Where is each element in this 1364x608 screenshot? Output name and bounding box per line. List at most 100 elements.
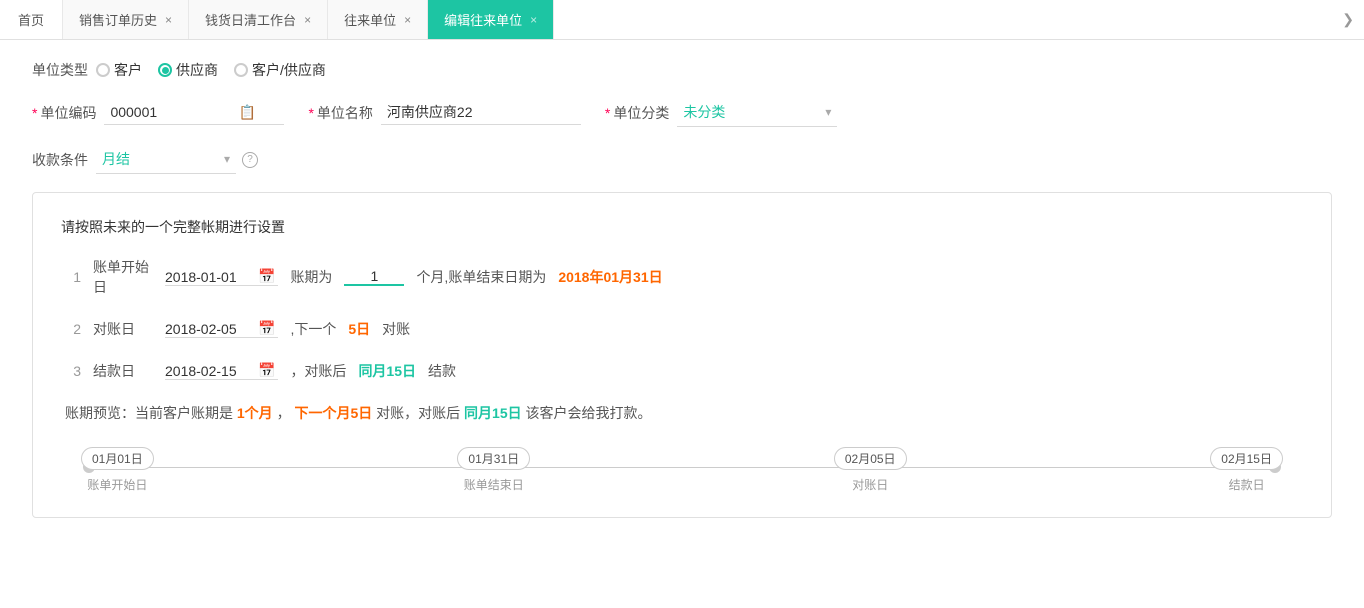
tab-edit-partner-label: 编辑往来单位 [444,10,522,29]
timeline-label-1: 账单结束日 [464,476,524,493]
preview-part1: 1个月 [237,405,273,421]
billing-row-3: 3 结款日 📅 ，对账后 同月15日 结款 [61,361,1303,381]
unit-category-label: 单位分类 [613,103,669,123]
row-2-highlight: 5日 [348,319,370,339]
timeline-badge-3: 02月15日 [1210,447,1283,470]
unit-category-value: 未分类 [683,102,821,122]
row-2-date-input[interactable] [165,321,255,337]
unit-code-input[interactable] [104,100,234,124]
payment-terms-select[interactable]: 月结 ▾ [96,145,236,174]
timeline-items: 01月01日 账单开始日 01月31日 账单结束日 02月05日 对账日 02月… [81,447,1283,493]
preview-sep1: ， [277,405,291,421]
payment-terms-arrow-icon: ▾ [224,152,230,166]
timeline-badge-0: 01月01日 [81,447,154,470]
row-1-date-input[interactable] [165,269,255,285]
row-1-date-highlight: 2018年01月31日 [558,267,662,287]
payment-terms-label: 收款条件 [32,150,88,170]
row-1-period-input[interactable] [344,268,404,286]
row-3-desc-suffix: 结款 [428,361,456,381]
radio-customer-circle [96,63,110,77]
unit-category-select[interactable]: 未分类 ▾ [677,98,837,127]
preview-end: 该客户会给我打款。 [526,405,652,421]
row-3-name: 结款日 [93,361,153,381]
row-2-date-wrap: 📅 [165,320,278,338]
unit-category-required: * [605,105,610,121]
row-3-highlight: 同月15日 [358,361,416,381]
tab-cash-daily-label: 钱货日清工作台 [205,10,296,29]
tab-sales-order-label: 销售订单历史 [79,10,157,29]
unit-type-radio-group: 客户 供应商 客户/供应商 [96,60,326,80]
payment-terms-row: 收款条件 月结 ▾ ? [32,145,1332,174]
row-2-cal-icon[interactable]: 📅 [255,320,278,337]
unit-category-section: * 单位分类 未分类 ▾ [605,98,837,127]
timeline-badge-2: 02月05日 [834,447,907,470]
billing-row-2: 2 对账日 📅 ,下一个 5日 对账 [61,319,1303,339]
radio-supplier-circle [158,63,172,77]
unit-name-label: 单位名称 [317,103,373,123]
tab-sales-order[interactable]: 销售订单历史 × [63,0,189,39]
radio-supplier[interactable]: 供应商 [158,60,218,80]
radio-both-label: 客户/供应商 [252,60,326,80]
unit-code-copy-icon[interactable]: 📋 [234,104,259,121]
row-1-num: 1 [61,269,81,285]
timeline-badge-1: 01月31日 [457,447,530,470]
preview-label: 账期预览：当前客户账期是 [65,405,233,421]
radio-customer-label: 客户 [114,60,142,80]
row-1-name: 账单开始日 [93,257,153,297]
tabs-bar: 首页 销售订单历史 × 钱货日清工作台 × 往来单位 × 编辑往来单位 × ❯ [0,0,1364,40]
timeline-item-1: 01月31日 账单结束日 [457,447,530,493]
expand-icon: ❯ [1342,11,1354,28]
unit-code-required: * [32,105,37,121]
tab-expand-button[interactable]: ❯ [1332,0,1364,39]
row-3-num: 3 [61,363,81,379]
tab-cash-daily[interactable]: 钱货日清工作台 × [189,0,328,39]
timeline-label-3: 结款日 [1229,476,1265,493]
section-title: 请按照未来的一个完整帐期进行设置 [61,217,1303,237]
row-3-date-wrap: 📅 [165,362,278,380]
tab-edit-partner[interactable]: 编辑往来单位 × [428,0,554,39]
tab-edit-partner-close[interactable]: × [530,13,537,27]
unit-name-input[interactable] [381,100,581,125]
unit-type-label: 单位类型 [32,60,88,80]
tab-sales-order-close[interactable]: × [165,13,172,27]
tab-partner[interactable]: 往来单位 × [328,0,428,39]
page-content: 单位类型 客户 供应商 客户/供应商 * 单位编码 📋 [0,40,1364,608]
radio-customer[interactable]: 客户 [96,60,142,80]
payment-terms-help-icon[interactable]: ? [242,152,258,168]
row-1-cal-icon[interactable]: 📅 [255,268,278,285]
billing-section: 请按照未来的一个完整帐期进行设置 1 账单开始日 📅 账期为 个月,账单结束日期… [32,192,1332,518]
unit-type-row: 单位类型 客户 供应商 客户/供应商 [32,60,1332,80]
row-1-desc-prefix: 账期为 [290,267,332,287]
preview-part3: 同月15日 [464,405,522,421]
tab-home[interactable]: 首页 [0,0,63,39]
preview-mid: 对账，对账后 [376,405,460,421]
preview-part2: 下一个月5日 [294,405,372,421]
unit-code-label: 单位编码 [40,103,96,123]
radio-both[interactable]: 客户/供应商 [234,60,326,80]
billing-row-1: 1 账单开始日 📅 账期为 个月,账单结束日期为 2018年01月31日 [61,257,1303,297]
tab-cash-daily-close[interactable]: × [304,13,311,27]
row-2-desc-prefix: ,下一个 [290,319,336,339]
row-1-date-wrap: 📅 [165,268,278,286]
unit-name-section: * 单位名称 [308,100,580,125]
row-3-date-input[interactable] [165,363,255,379]
tab-home-label: 首页 [18,10,44,29]
timeline-label-2: 对账日 [852,476,888,493]
unit-code-field-wrap: 📋 [104,100,284,125]
row-3-cal-icon[interactable]: 📅 [255,362,278,379]
unit-name-required: * [308,105,313,121]
unit-fields-row: * 单位编码 📋 * 单位名称 * 单位分类 未分类 ▾ [32,98,1332,127]
radio-supplier-label: 供应商 [176,60,218,80]
row-2-desc-suffix: 对账 [382,319,410,339]
timeline-item-2: 02月05日 对账日 [834,447,907,493]
timeline-container: 01月01日 账单开始日 01月31日 账单结束日 02月05日 对账日 02月… [61,447,1303,493]
row-2-name: 对账日 [93,319,153,339]
timeline-item-3: 02月15日 结款日 [1210,447,1283,493]
unit-category-arrow-icon: ▾ [825,105,831,119]
tab-partner-close[interactable]: × [404,13,411,27]
payment-terms-value: 月结 [102,149,220,169]
tab-partner-label: 往来单位 [344,10,396,29]
radio-both-circle [234,63,248,77]
preview-bar: 账期预览：当前客户账期是 1个月 ， 下一个月5日 对账，对账后 同月15日 该… [61,403,1303,423]
timeline-label-0: 账单开始日 [87,476,147,493]
